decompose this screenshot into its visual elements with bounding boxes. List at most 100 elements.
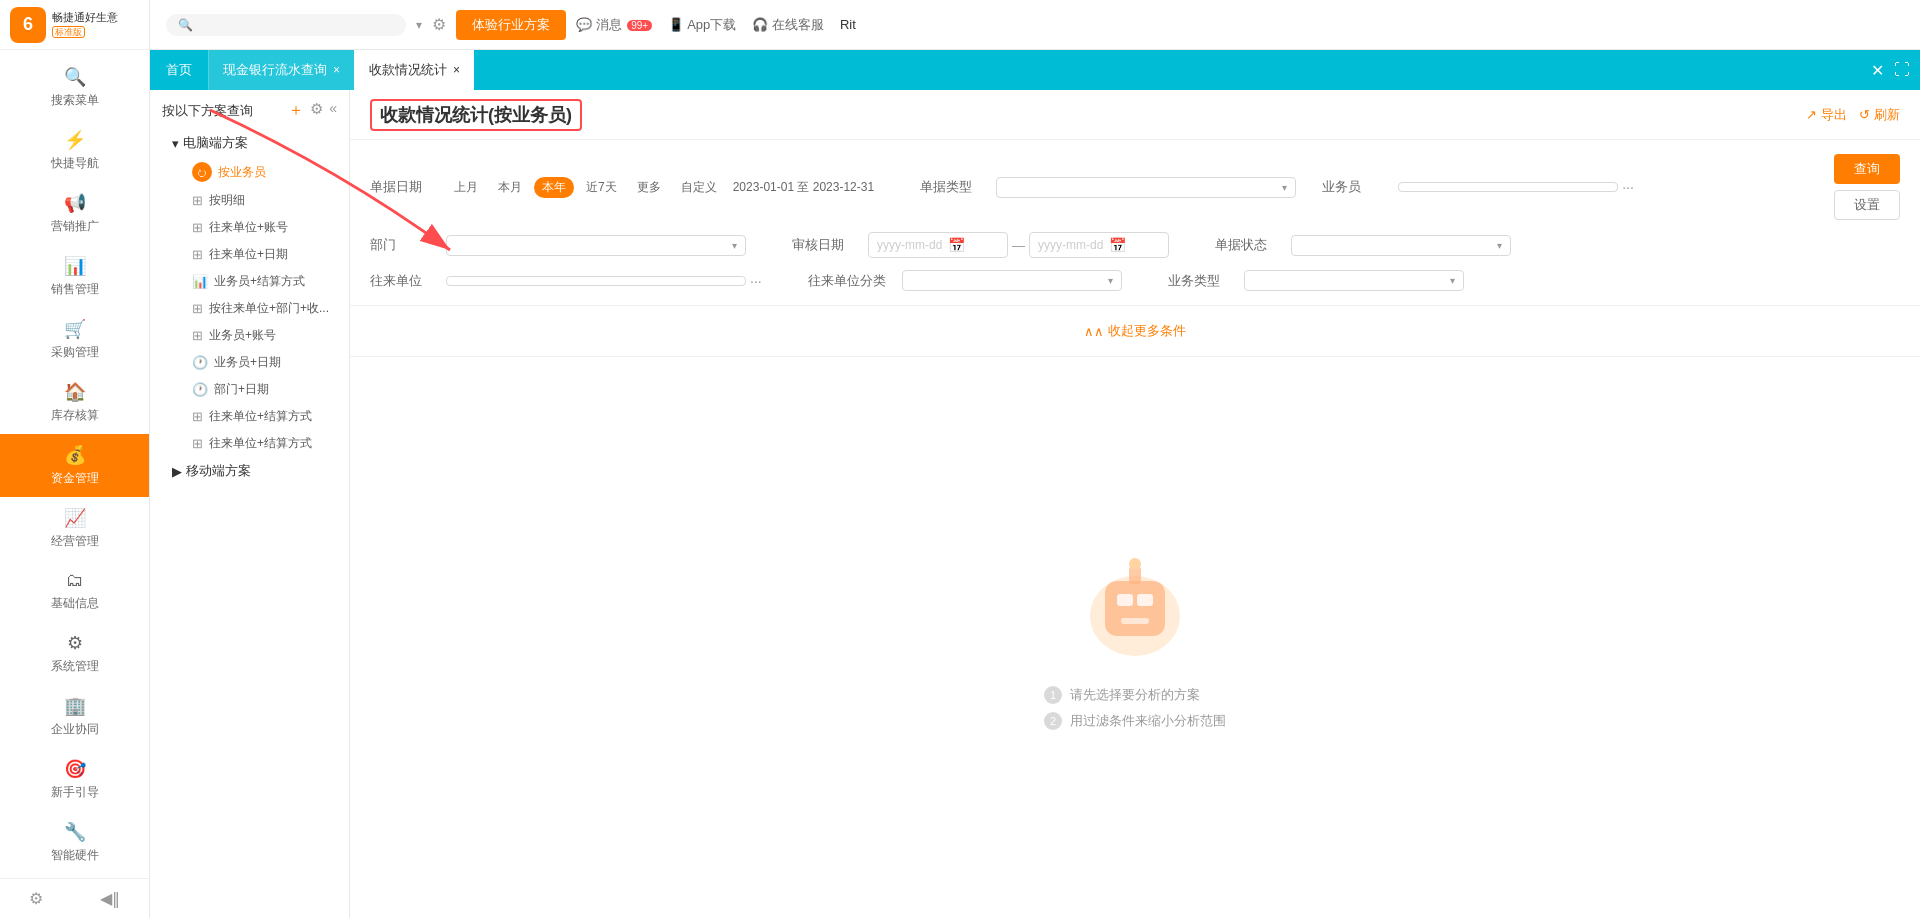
refresh-icon: ↺ bbox=[1859, 107, 1870, 122]
tab-fullscreen-icon[interactable]: ⛶ bbox=[1894, 61, 1910, 79]
marketing-icon: 📢 bbox=[64, 192, 86, 214]
collapse-panel-icon[interactable]: « bbox=[329, 100, 337, 121]
sidebar-item-smarthw[interactable]: 🔧 智能硬件 bbox=[0, 811, 149, 874]
settings-footer-icon[interactable]: ⚙ bbox=[29, 889, 43, 908]
audit-date-start[interactable]: yyyy-mm-dd 📅 bbox=[868, 232, 1008, 258]
filter-row-1: 单据日期 上月 本月 本年 近7天 更多 自定义 2023-01-01 至 20… bbox=[370, 154, 1900, 220]
sidebar-item-guide[interactable]: 🎯 新手引导 bbox=[0, 748, 149, 811]
salesperson-label: 业务员 bbox=[1322, 178, 1382, 196]
mobile-section-header[interactable]: ▶ 移动端方案 bbox=[160, 457, 349, 485]
active-scheme-icon: ⭮ bbox=[192, 162, 212, 182]
sidebar-item-enterprise[interactable]: 🏢 企业协同 bbox=[0, 685, 149, 748]
search-box[interactable]: 🔍 bbox=[166, 14, 406, 36]
system-icon: ⚙ bbox=[67, 632, 83, 654]
sidebar-item-operations[interactable]: 📈 经营管理 bbox=[0, 497, 149, 560]
topbar-dropdown[interactable]: ▾ bbox=[416, 18, 422, 32]
tree-leaf-dept-date[interactable]: 🕐 部门+日期 bbox=[160, 376, 349, 403]
add-scheme-btn[interactable]: ＋ bbox=[288, 100, 304, 121]
settings-btn[interactable]: 设置 bbox=[1834, 190, 1900, 220]
collapse-section: ∧∧ 收起更多条件 bbox=[350, 306, 1920, 357]
sidebar-item-sales[interactable]: 📊 销售管理 bbox=[0, 245, 149, 308]
sidebar-item-inventory[interactable]: 🏠 库存核算 bbox=[0, 371, 149, 434]
export-btn[interactable]: ↗ 导出 bbox=[1806, 106, 1847, 124]
tree-leaf-unit-dept[interactable]: ⊞ 按往来单位+部门+收... bbox=[160, 295, 349, 322]
tab-close-collection[interactable]: × bbox=[453, 63, 460, 77]
sidebar-nav: 🔍 搜索菜单 ⚡ 快捷导航 📢 营销推广 📊 销售管理 🛒 采购管理 🏠 库存核… bbox=[0, 50, 149, 878]
leaf-icon-unit-date: ⊞ bbox=[192, 247, 203, 262]
tab-home[interactable]: 首页 bbox=[150, 50, 208, 90]
audit-start-calendar-icon[interactable]: 📅 bbox=[948, 237, 965, 253]
refresh-btn[interactable]: ↺ 刷新 bbox=[1859, 106, 1900, 124]
app-download-area[interactable]: 📱 App下载 bbox=[668, 16, 736, 34]
sidebar-item-system[interactable]: ⚙ 系统管理 bbox=[0, 622, 149, 685]
salesperson-more-dots[interactable]: ··· bbox=[1622, 179, 1634, 195]
topbar: 🔍 ▾ ⚙ 体验行业方案 💬 消息 99+ 📱 App下载 🎧 在线客服 Rit bbox=[150, 0, 1920, 50]
basicinfo-icon: 🗂 bbox=[66, 570, 84, 591]
tab-collection-stats[interactable]: 收款情况统计 × bbox=[354, 50, 474, 90]
mobile-section-label: 移动端方案 bbox=[186, 462, 251, 480]
tree-leaf-staff-settle[interactable]: 📊 业务员+结算方式 bbox=[160, 268, 349, 295]
svg-rect-4 bbox=[1121, 618, 1149, 624]
leaf-icon-dept-date: 🕐 bbox=[192, 382, 208, 397]
date-tab-thismonth[interactable]: 本月 bbox=[490, 177, 530, 198]
topbar-gear-icon[interactable]: ⚙ bbox=[432, 15, 446, 34]
tree-leaf-unit-settle1[interactable]: ⊞ 往来单位+结算方式 bbox=[160, 403, 349, 430]
business-type-select[interactable]: ▾ bbox=[1244, 270, 1464, 291]
tree-leaf-unit-settle2[interactable]: ⊞ 往来单位+结算方式 bbox=[160, 430, 349, 457]
trial-btn[interactable]: 体验行业方案 bbox=[456, 10, 566, 40]
sidebar-item-basicinfo[interactable]: 🗂 基础信息 bbox=[0, 560, 149, 622]
audit-date-end[interactable]: yyyy-mm-dd 📅 bbox=[1029, 232, 1169, 258]
scheme-settings-icon[interactable]: ⚙ bbox=[310, 100, 323, 121]
voucher-status-select[interactable]: ▾ bbox=[1291, 235, 1511, 256]
date-tabs: 上月 本月 本年 近7天 更多 自定义 2023-01-01 至 2023-12… bbox=[446, 177, 874, 198]
enterprise-icon: 🏢 bbox=[64, 695, 86, 717]
tabbar: 首页 现金银行流水查询 × 收款情况统计 × ✕ ⛶ bbox=[150, 50, 1920, 90]
collapse-sidebar-icon[interactable]: ◀‖ bbox=[100, 889, 120, 908]
sidebar-footer: ⚙ ◀‖ bbox=[0, 878, 149, 918]
partner-category-arrow: ▾ bbox=[1108, 275, 1113, 286]
tree-leaf-by-detail[interactable]: ⊞ 按明细 bbox=[160, 187, 349, 214]
tab-bank-flow[interactable]: 现金银行流水查询 × bbox=[208, 50, 354, 90]
partner-area: ··· bbox=[446, 273, 762, 289]
business-type-label: 业务类型 bbox=[1168, 272, 1228, 290]
tree-leaf-unit-date[interactable]: ⊞ 往来单位+日期 bbox=[160, 241, 349, 268]
sidebar-item-finance[interactable]: 💰 资金管理 bbox=[0, 434, 149, 497]
tab-close-bank[interactable]: × bbox=[333, 63, 340, 77]
main-area: 🔍 ▾ ⚙ 体验行业方案 💬 消息 99+ 📱 App下载 🎧 在线客服 Rit… bbox=[150, 0, 1920, 918]
quicknav-icon: ⚡ bbox=[64, 129, 86, 151]
date-tab-lastmonth[interactable]: 上月 bbox=[446, 177, 486, 198]
inventory-icon: 🏠 bbox=[64, 381, 86, 403]
tree-leaf-staff-account[interactable]: ⊞ 业务员+账号 bbox=[160, 322, 349, 349]
date-tab-thisyear[interactable]: 本年 bbox=[534, 177, 574, 198]
audit-end-calendar-icon[interactable]: 📅 bbox=[1109, 237, 1126, 253]
voucher-type-select[interactable]: ▾ bbox=[996, 177, 1296, 198]
date-tab-7days[interactable]: 近7天 bbox=[578, 177, 625, 198]
left-panel-title: 按以下方案查询 bbox=[162, 102, 253, 120]
guide-icon: 🎯 bbox=[64, 758, 86, 780]
smarthw-icon: 🔧 bbox=[64, 821, 86, 843]
tree-leaf-unit-account[interactable]: ⊞ 往来单位+账号 bbox=[160, 214, 349, 241]
collapse-btn[interactable]: ∧∧ 收起更多条件 bbox=[1084, 314, 1186, 348]
user-name[interactable]: Rit bbox=[840, 17, 856, 32]
date-tab-more[interactable]: 更多 bbox=[629, 177, 669, 198]
empty-robot-icon bbox=[1075, 546, 1195, 666]
sidebar-item-search[interactable]: 🔍 搜索菜单 bbox=[0, 56, 149, 119]
sidebar-item-marketing[interactable]: 📢 营销推广 bbox=[0, 182, 149, 245]
message-area[interactable]: 💬 消息 99+ bbox=[576, 16, 652, 34]
online-service-area[interactable]: 🎧 在线客服 bbox=[752, 16, 824, 34]
sidebar-item-quicknav[interactable]: ⚡ 快捷导航 bbox=[0, 119, 149, 182]
voucher-type-arrow: ▾ bbox=[1282, 182, 1287, 193]
salesperson-select[interactable] bbox=[1398, 182, 1618, 192]
date-tab-custom[interactable]: 自定义 bbox=[673, 177, 725, 198]
partner-more-dots[interactable]: ··· bbox=[750, 273, 762, 289]
query-btn[interactable]: 查询 bbox=[1834, 154, 1900, 184]
dept-select[interactable]: ▾ bbox=[446, 235, 746, 256]
tree-leaf-staff-date[interactable]: 🕐 业务员+日期 bbox=[160, 349, 349, 376]
tip-item-1: 1 请先选择要分析的方案 bbox=[1044, 686, 1226, 704]
tree-leaf-by-salesperson[interactable]: ⭮ 按业务员 bbox=[160, 157, 349, 187]
sidebar-item-purchase[interactable]: 🛒 采购管理 bbox=[0, 308, 149, 371]
partner-select[interactable] bbox=[446, 276, 746, 286]
desktop-section-header[interactable]: ▾ 电脑端方案 bbox=[160, 129, 349, 157]
tab-close-all-icon[interactable]: ✕ bbox=[1871, 61, 1884, 80]
partner-category-select[interactable]: ▾ bbox=[902, 270, 1122, 291]
